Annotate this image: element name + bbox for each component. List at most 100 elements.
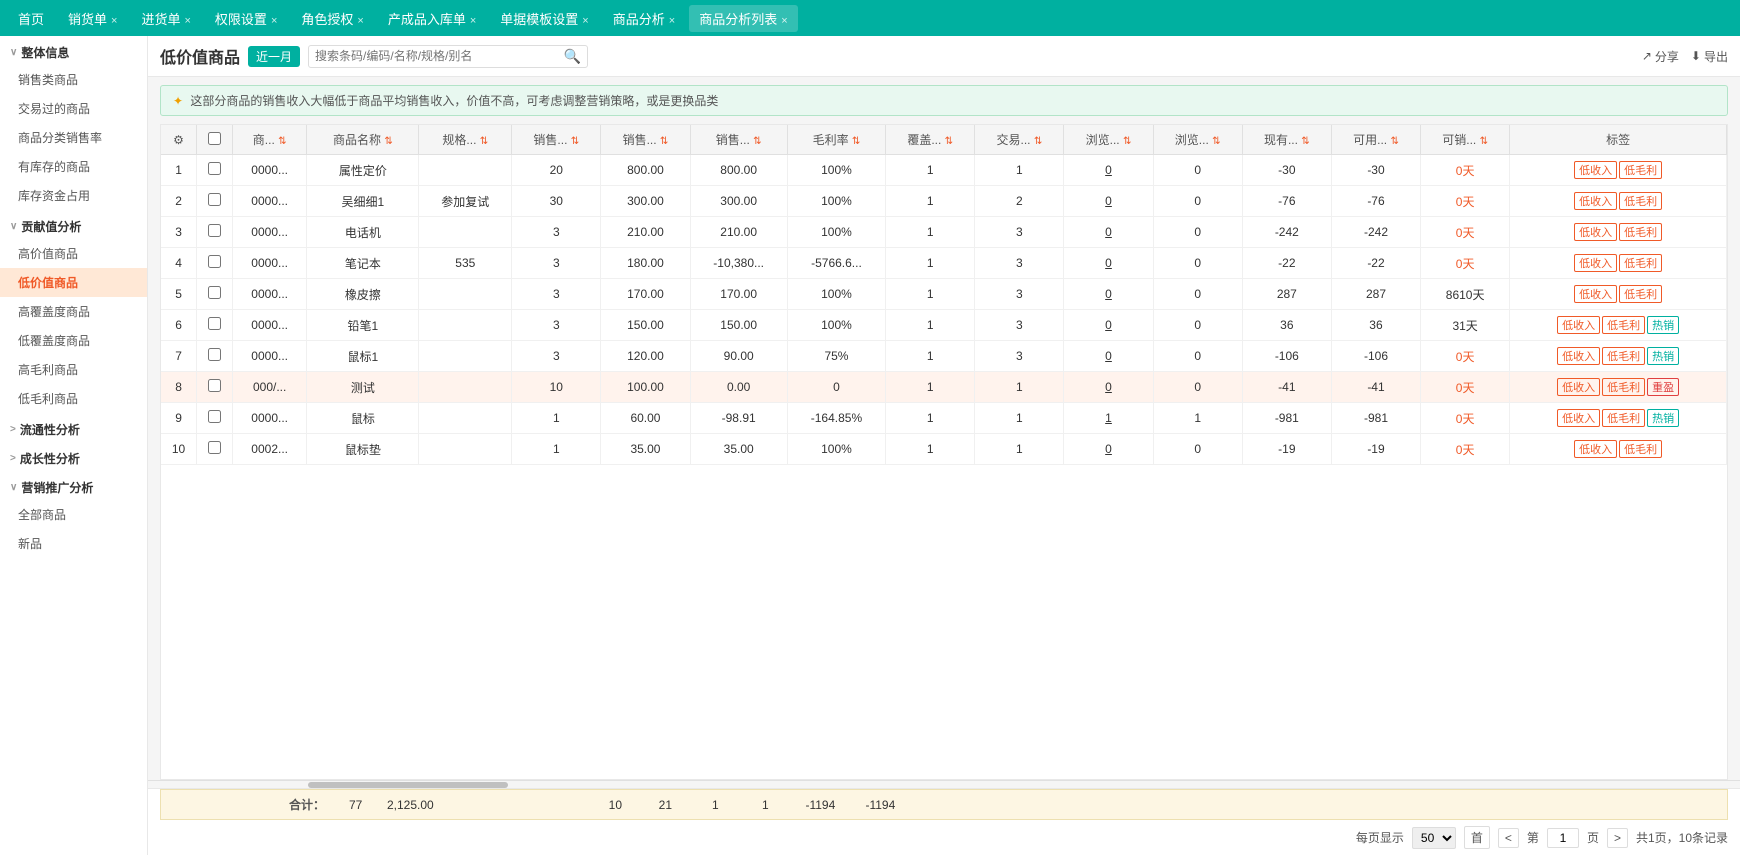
cell-checkbox xyxy=(197,403,233,434)
date-badge[interactable]: 近一月 xyxy=(248,46,300,67)
cell-views1[interactable]: 0 xyxy=(1064,341,1153,372)
row-checkbox[interactable] xyxy=(208,379,221,392)
col-views2[interactable]: 浏览... ⇅ xyxy=(1153,125,1242,155)
page-size-select[interactable]: 50 xyxy=(1412,827,1456,849)
nav-item-角色授权[interactable]: 角色授权× xyxy=(291,5,373,32)
col-coverage[interactable]: 覆盖... ⇅ xyxy=(886,125,975,155)
col-sales-amount[interactable]: 销售... ⇅ xyxy=(601,125,690,155)
nav-item-单据模板设置[interactable]: 单据模板设置× xyxy=(490,5,598,32)
col-code[interactable]: 商... ⇅ xyxy=(232,125,306,155)
cell-views2: 1 xyxy=(1153,403,1242,434)
sidebar-item-低毛利商品[interactable]: 低毛利商品 xyxy=(0,384,147,413)
export-button[interactable]: ⬇ 导出 xyxy=(1691,48,1728,65)
row-checkbox[interactable] xyxy=(208,193,221,206)
sidebar-item-高覆盖度商品[interactable]: 高覆盖度商品 xyxy=(0,297,147,326)
nav-item-产成品入库单[interactable]: 产成品入库单× xyxy=(378,5,486,32)
nav-close-icon[interactable]: × xyxy=(582,15,588,27)
nav-close-icon[interactable]: × xyxy=(184,15,190,27)
views1-link[interactable]: 0 xyxy=(1105,194,1112,208)
row-checkbox[interactable] xyxy=(208,441,221,454)
cell-views1[interactable]: 1 xyxy=(1064,403,1153,434)
row-checkbox[interactable] xyxy=(208,348,221,361)
cell-views1[interactable]: 0 xyxy=(1064,155,1153,186)
cell-views1[interactable]: 0 xyxy=(1064,248,1153,279)
nav-item-首页[interactable]: 首页 xyxy=(8,5,54,32)
sidebar-item-商品分类销售率[interactable]: 商品分类销售率 xyxy=(0,123,147,152)
search-icon[interactable]: 🔍 xyxy=(564,48,581,65)
nav-close-icon[interactable]: × xyxy=(781,15,787,27)
row-checkbox[interactable] xyxy=(208,410,221,423)
sidebar-item-新品[interactable]: 新品 xyxy=(0,529,147,558)
cell-transactions: 3 xyxy=(975,248,1064,279)
search-input[interactable] xyxy=(315,49,560,63)
sidebar-item-有库存的商品[interactable]: 有库存的商品 xyxy=(0,152,147,181)
col-gross-margin[interactable]: 毛利率 ⇅ xyxy=(787,125,885,155)
views1-link[interactable]: 0 xyxy=(1105,380,1112,394)
nav-item-销货单[interactable]: 销货单× xyxy=(58,5,127,32)
sidebar-item-销售类商品[interactable]: 销售类商品 xyxy=(0,65,147,94)
nav-item-商品分析[interactable]: 商品分析× xyxy=(603,5,685,32)
prev-page-button[interactable]: < xyxy=(1498,828,1519,848)
views1-link[interactable]: 0 xyxy=(1105,318,1112,332)
sidebar-group-1[interactable]: ∨贡献值分析 xyxy=(0,210,147,239)
total-pages-label: 共1页，10条记录 xyxy=(1636,829,1728,846)
cell-views1[interactable]: 0 xyxy=(1064,186,1153,217)
sidebar-item-交易过的商品[interactable]: 交易过的商品 xyxy=(0,94,147,123)
views1-link[interactable]: 0 xyxy=(1105,349,1112,363)
cell-views1[interactable]: 0 xyxy=(1064,310,1153,341)
cell-views1[interactable]: 0 xyxy=(1064,279,1153,310)
views1-link[interactable]: 0 xyxy=(1105,225,1112,239)
col-sales-qty[interactable]: 销售... ⇅ xyxy=(512,125,601,155)
sidebar-group-0[interactable]: ∨整体信息 xyxy=(0,36,147,65)
nav-close-icon[interactable]: × xyxy=(111,15,117,27)
row-checkbox[interactable] xyxy=(208,317,221,330)
views1-link[interactable]: 0 xyxy=(1105,256,1112,270)
nav-close-icon[interactable]: × xyxy=(470,15,476,27)
col-sales-price[interactable]: 销售... ⇅ xyxy=(690,125,787,155)
cell-sales-amount: 120.00 xyxy=(601,341,690,372)
sidebar-item-低价值商品[interactable]: 低价值商品 xyxy=(0,268,147,297)
cell-views1[interactable]: 0 xyxy=(1064,372,1153,403)
col-sellable-days[interactable]: 可销... ⇅ xyxy=(1421,125,1510,155)
row-checkbox[interactable] xyxy=(208,224,221,237)
row-checkbox[interactable] xyxy=(208,255,221,268)
nav-item-进货单[interactable]: 进货单× xyxy=(131,5,200,32)
scrollbar-row[interactable] xyxy=(148,780,1740,788)
sidebar-group-4[interactable]: ∨营销推广分析 xyxy=(0,471,147,500)
col-available-stock[interactable]: 可用... ⇅ xyxy=(1331,125,1420,155)
nav-close-icon[interactable]: × xyxy=(271,15,277,27)
col-spec[interactable]: 规格... ⇅ xyxy=(419,125,512,155)
col-views1[interactable]: 浏览... ⇅ xyxy=(1064,125,1153,155)
views1-link[interactable]: 0 xyxy=(1105,163,1112,177)
row-checkbox[interactable] xyxy=(208,162,221,175)
select-all-checkbox[interactable] xyxy=(208,132,221,145)
cell-views1[interactable]: 0 xyxy=(1064,434,1153,465)
nav-close-icon[interactable]: × xyxy=(357,15,363,27)
sidebar-item-高价值商品[interactable]: 高价值商品 xyxy=(0,239,147,268)
current-page-input[interactable] xyxy=(1547,828,1579,848)
col-name[interactable]: 商品名称 ⇅ xyxy=(307,125,419,155)
sidebar-group-3[interactable]: >成长性分析 xyxy=(0,442,147,471)
views1-link[interactable]: 0 xyxy=(1105,287,1112,301)
nav-item-商品分析列表[interactable]: 商品分析列表× xyxy=(689,5,797,32)
views1-link[interactable]: 0 xyxy=(1105,442,1112,456)
settings-icon[interactable]: ⚙ xyxy=(173,133,184,147)
nav-close-icon[interactable]: × xyxy=(669,15,675,27)
sidebar-item-库存资金占用[interactable]: 库存资金占用 xyxy=(0,181,147,210)
sidebar-item-全部商品[interactable]: 全部商品 xyxy=(0,500,147,529)
first-page-button[interactable]: 首 xyxy=(1464,826,1490,849)
nav-item-权限设置[interactable]: 权限设置× xyxy=(205,5,287,32)
col-transactions[interactable]: 交易... ⇅ xyxy=(975,125,1064,155)
table-wrapper[interactable]: ⚙ 商... ⇅ 商品名称 ⇅ 规格... ⇅ 销售... ⇅ 销售... ⇅ … xyxy=(160,124,1728,780)
sidebar-group-2[interactable]: >流通性分析 xyxy=(0,413,147,442)
col-current-stock[interactable]: 现有... ⇅ xyxy=(1242,125,1331,155)
col-settings[interactable]: ⚙ xyxy=(161,125,197,155)
sidebar-item-低覆盖度商品[interactable]: 低覆盖度商品 xyxy=(0,326,147,355)
next-page-button[interactable]: > xyxy=(1607,828,1628,848)
share-button[interactable]: ↗ 分享 xyxy=(1642,48,1679,65)
cell-views1[interactable]: 0 xyxy=(1064,217,1153,248)
views1-link[interactable]: 1 xyxy=(1105,411,1112,425)
sidebar-item-高毛利商品[interactable]: 高毛利商品 xyxy=(0,355,147,384)
row-checkbox[interactable] xyxy=(208,286,221,299)
cell-name: 橡皮擦 xyxy=(307,279,419,310)
